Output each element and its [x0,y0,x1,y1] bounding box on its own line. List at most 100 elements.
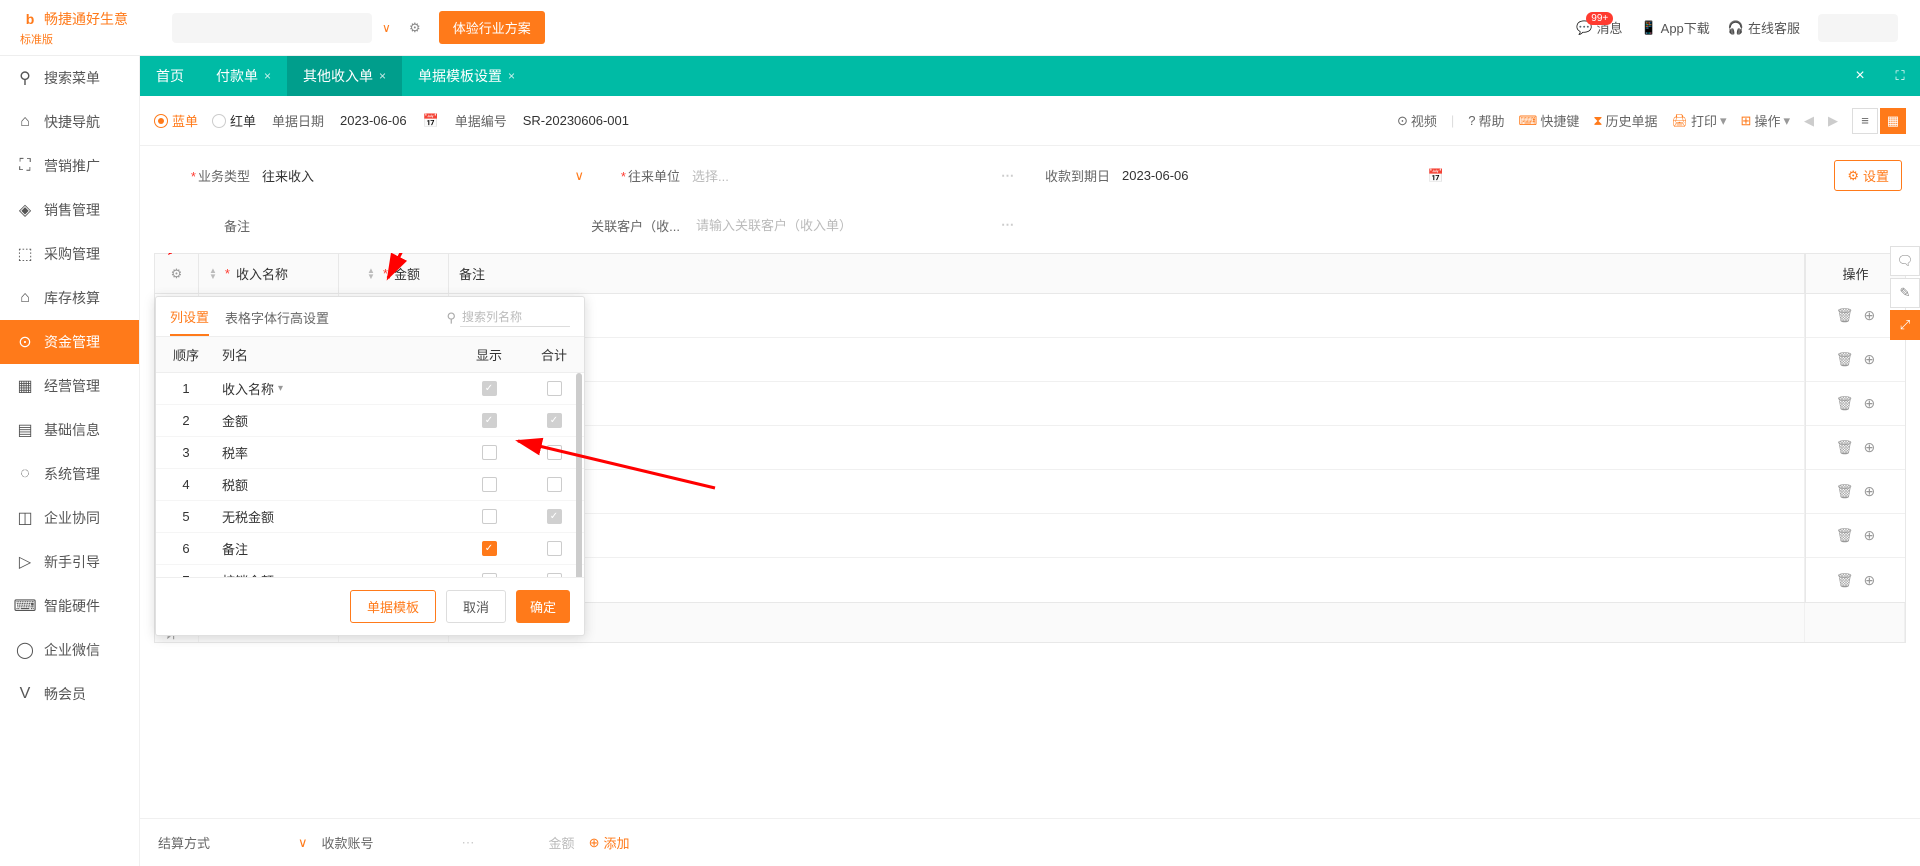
copy-icon[interactable]: ⊕ [1864,307,1876,324]
template-button[interactable]: 单据模板 [350,590,436,623]
close-icon[interactable]: × [508,69,515,83]
cancel-button[interactable]: 取消 [446,590,506,623]
tab-payment[interactable]: 付款单 × [200,56,287,96]
sidebar-item-marketing[interactable]: ⛶营销推广 [0,144,139,188]
checkbox-sum[interactable] [547,381,562,396]
app-download-link[interactable]: 📱 App下载 [1640,18,1709,37]
calendar-icon[interactable]: 📅 [423,113,439,129]
checkbox-sum[interactable] [547,541,562,556]
checkbox-show[interactable]: ✓ [482,413,497,428]
delete-icon[interactable]: 🗑 [1836,395,1854,412]
next-icon[interactable]: ▶ [1828,113,1838,129]
settings-button[interactable]: ⚙设置 [1834,160,1902,191]
sort-icon[interactable]: ▲▼ [367,268,375,280]
sidebar-item-nav[interactable]: ⌂快捷导航 [0,100,139,144]
expand-icon[interactable]: ⛶ [1880,56,1920,96]
due-date-input[interactable]: 2023-06-06 📅 [1118,162,1448,190]
checkbox-show[interactable] [482,509,497,524]
messages-link[interactable]: 💬 消息 99+ [1576,18,1622,37]
sidebar-item-sales[interactable]: ◈销售管理 [0,188,139,232]
checkbox-show[interactable] [482,445,497,460]
close-icon[interactable]: × [264,69,271,83]
try-button[interactable]: 体验行业方案 [439,11,545,44]
sidebar-item-member[interactable]: V畅会员 [0,672,139,716]
help-link[interactable]: ?帮助 [1468,111,1504,130]
operate-link[interactable]: ⊞操作▾ [1741,111,1790,130]
copy-icon[interactable]: ⊕ [1864,351,1876,368]
add-settlement-button[interactable]: ⊕添加 [589,833,630,852]
close-all-icon[interactable]: × [1840,56,1880,96]
tab-template[interactable]: 单据模板设置× [402,56,531,96]
tab-home[interactable]: 首页 [140,56,200,96]
delete-icon[interactable]: 🗑 [1836,572,1854,589]
copy-icon[interactable]: ⊕ [1864,527,1876,544]
sidebar-item-system[interactable]: ◌系统管理 [0,452,139,496]
history-link[interactable]: ⧗历史单据 [1593,111,1657,130]
close-icon[interactable]: × [379,69,386,83]
sidebar-item-wechat[interactable]: ◯企业微信 [0,628,139,672]
radio-blue[interactable]: 蓝单 [154,111,198,130]
shortcut-link[interactable]: ⌨快捷键 [1519,111,1580,130]
delete-icon[interactable]: 🗑 [1836,527,1854,544]
checkbox-sum[interactable] [547,445,562,460]
service-link[interactable]: 🎧 在线客服 [1728,18,1800,37]
sidebar-item-purchase[interactable]: ⬚采购管理 [0,232,139,276]
date-value[interactable]: 2023-06-06 [340,113,407,128]
copy-icon[interactable]: ⊕ [1864,572,1876,589]
gear-icon[interactable]: ⚙ [401,14,429,42]
float-btn-3[interactable]: ⤢ [1890,310,1920,340]
column-settings-button[interactable]: ⚙ [155,254,199,293]
sort-icon[interactable]: ▲▼ [209,268,217,280]
delete-icon[interactable]: 🗑 [1836,307,1854,324]
pop-search-input[interactable] [460,308,570,327]
user-avatar[interactable] [1818,14,1898,42]
customer-select[interactable]: ⋯ [688,211,1018,239]
delete-icon[interactable]: 🗑 [1836,351,1854,368]
checkbox-sum[interactable] [547,573,562,577]
checkbox-show[interactable] [482,477,497,492]
sidebar-item-funds[interactable]: ⊙资金管理 [0,320,139,364]
copy-icon[interactable]: ⊕ [1864,483,1876,500]
sidebar-item-search[interactable]: ⚲搜索菜单 [0,56,139,100]
pop-tab-columns[interactable]: 列设置 [170,307,209,336]
sidebar-item-collab[interactable]: ◫企业协同 [0,496,139,540]
sidebar-item-ops[interactable]: ▦经营管理 [0,364,139,408]
float-btn-2[interactable]: ✎ [1890,278,1920,308]
checkbox-show[interactable]: ✓ [482,381,497,396]
search-input[interactable] [172,13,372,43]
sidebar-item-stock[interactable]: ⌂库存核算 [0,276,139,320]
copy-icon[interactable]: ⊕ [1864,439,1876,456]
chevron-down-icon[interactable]: ▾ [278,383,283,394]
tab-other-income[interactable]: 其他收入单× [287,56,402,96]
video-link[interactable]: ⊙视频 [1397,111,1437,130]
copy-icon[interactable]: ⊕ [1864,395,1876,412]
sidebar-item-base[interactable]: ▤基础信息 [0,408,139,452]
chevron-down-icon[interactable]: ∨ [382,21,391,35]
unit-select[interactable]: 选择... ⋯ [688,162,1018,190]
scrollbar[interactable] [576,373,582,577]
checkbox-sum[interactable] [547,477,562,492]
customer-input[interactable] [692,211,1001,239]
sidebar-item-label: 系统管理 [44,464,100,484]
view-grid-button[interactable]: ▦ [1880,108,1906,134]
more-icon[interactable]: ⋯ [462,835,475,851]
checkbox-sum[interactable]: ✓ [547,413,562,428]
radio-red[interactable]: 红单 [212,111,256,130]
sidebar-item-guide[interactable]: ▷新手引导 [0,540,139,584]
sidebar-item-hardware[interactable]: ⌨智能硬件 [0,584,139,628]
checkbox-show[interactable] [482,573,497,577]
tab-label: 付款单 [216,66,258,86]
delete-icon[interactable]: 🗑 [1836,439,1854,456]
checkbox-sum[interactable]: ✓ [547,509,562,524]
view-list-button[interactable]: ≡ [1852,108,1878,134]
checkbox-show[interactable]: ✓ [482,541,497,556]
print-link[interactable]: 🖨打印▾ [1671,111,1726,130]
float-btn-1[interactable]: 🗨 [1890,246,1920,276]
remark-input[interactable] [258,211,588,239]
delete-icon[interactable]: 🗑 [1836,483,1854,500]
confirm-button[interactable]: 确定 [516,590,570,623]
prev-icon[interactable]: ◀ [1804,113,1814,129]
pop-tab-font[interactable]: 表格字体行高设置 [225,308,329,335]
biz-type-select[interactable]: 往来收入 ∨ [258,162,588,190]
chevron-down-icon[interactable]: ∨ [298,835,308,851]
